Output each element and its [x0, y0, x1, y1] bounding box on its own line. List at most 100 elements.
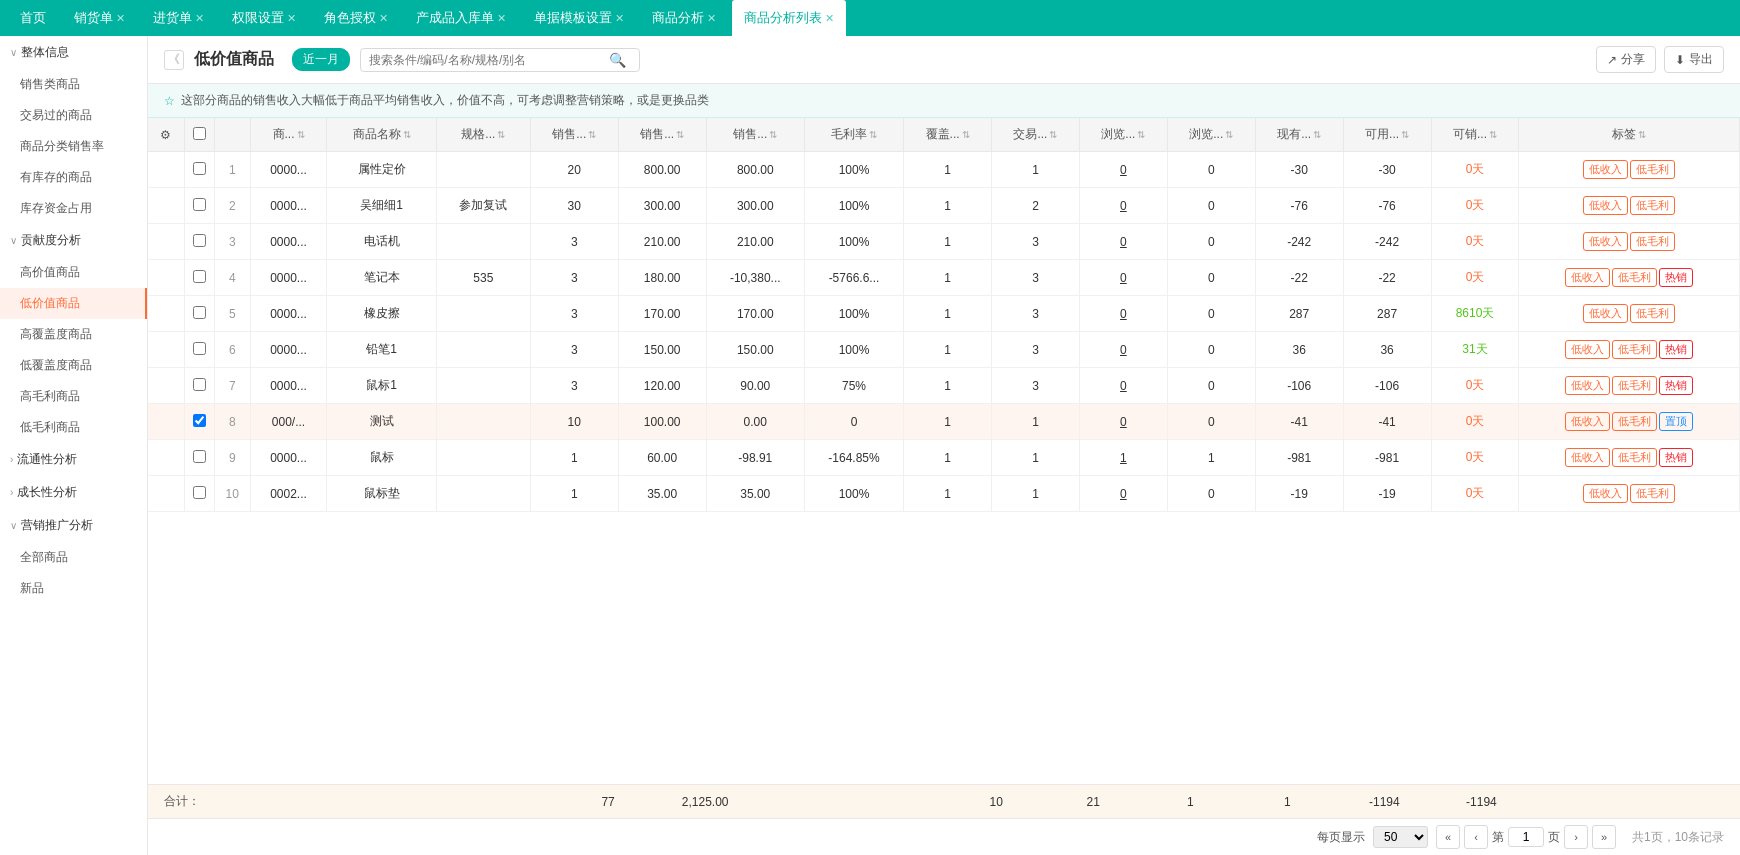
row-checkbox[interactable] — [193, 414, 206, 427]
browse1-link[interactable]: 0 — [1120, 199, 1127, 213]
row-checkbox[interactable] — [193, 342, 206, 355]
nav-close-purchase[interactable]: ✕ — [195, 12, 204, 25]
col-trade[interactable]: 交易...⇅ — [992, 118, 1080, 152]
nav-item-sales[interactable]: 销货单 ✕ — [62, 0, 137, 36]
sidebar-item-high-coverage[interactable]: 高覆盖度商品 — [0, 319, 147, 350]
cell-checkbox[interactable] — [184, 404, 214, 440]
cell-browse1[interactable]: 0 — [1079, 332, 1167, 368]
cell-browse1[interactable]: 0 — [1079, 260, 1167, 296]
sidebar-item-new-goods[interactable]: 新品 — [0, 573, 147, 604]
cell-checkbox[interactable] — [184, 152, 214, 188]
browse1-link[interactable]: 0 — [1120, 163, 1127, 177]
sidebar-item-stocked-goods[interactable]: 有库存的商品 — [0, 162, 147, 193]
sidebar-section-marketing-title[interactable]: ∨ 营销推广分析 — [0, 509, 147, 542]
page-number-input[interactable] — [1508, 827, 1544, 847]
row-checkbox[interactable] — [193, 162, 206, 175]
sidebar-item-low-margin[interactable]: 低毛利商品 — [0, 412, 147, 443]
nav-close-role[interactable]: ✕ — [379, 12, 388, 25]
nav-close-analysis[interactable]: ✕ — [707, 12, 716, 25]
nav-item-analysis[interactable]: 商品分析 ✕ — [640, 0, 728, 36]
nav-close-sales[interactable]: ✕ — [116, 12, 125, 25]
cell-checkbox[interactable] — [184, 224, 214, 260]
first-page-button[interactable]: « — [1436, 825, 1460, 849]
browse1-link[interactable]: 0 — [1120, 415, 1127, 429]
last-page-button[interactable]: » — [1592, 825, 1616, 849]
nav-close-template[interactable]: ✕ — [615, 12, 624, 25]
row-checkbox[interactable] — [193, 306, 206, 319]
sidebar-section-overall-title[interactable]: ∨ 整体信息 — [0, 36, 147, 69]
sidebar-item-stock-capital[interactable]: 库存资金占用 — [0, 193, 147, 224]
browse1-link[interactable]: 0 — [1120, 343, 1127, 357]
browse1-link[interactable]: 0 — [1120, 487, 1127, 501]
nav-item-purchase[interactable]: 进货单 ✕ — [141, 0, 216, 36]
col-sales-amt[interactable]: 销售...⇅ — [618, 118, 706, 152]
sidebar-collapse-button[interactable]: 《 — [164, 50, 184, 70]
select-all-checkbox[interactable] — [193, 127, 206, 140]
sidebar-section-contribution-title[interactable]: ∨ 贡献度分析 — [0, 224, 147, 257]
sidebar-item-traded-goods[interactable]: 交易过的商品 — [0, 100, 147, 131]
col-name[interactable]: 商品名称⇅ — [327, 118, 436, 152]
cell-checkbox[interactable] — [184, 188, 214, 224]
cell-browse1[interactable]: 0 — [1079, 152, 1167, 188]
sidebar-item-high-value[interactable]: 高价值商品 — [0, 257, 147, 288]
cell-checkbox[interactable] — [184, 440, 214, 476]
cell-browse1[interactable]: 0 — [1079, 476, 1167, 512]
sidebar-item-low-coverage[interactable]: 低覆盖度商品 — [0, 350, 147, 381]
cell-checkbox[interactable] — [184, 296, 214, 332]
sidebar-section-growth-title[interactable]: › 成长性分析 — [0, 476, 147, 509]
col-checkbox-all[interactable] — [184, 118, 214, 152]
nav-close-product[interactable]: ✕ — [497, 12, 506, 25]
export-button[interactable]: ⬇ 导出 — [1664, 46, 1724, 73]
search-icon[interactable]: 🔍 — [609, 52, 626, 68]
cell-browse1[interactable]: 0 — [1079, 224, 1167, 260]
row-checkbox[interactable] — [193, 450, 206, 463]
nav-close-analysis-list[interactable]: ✕ — [825, 12, 834, 25]
cell-browse1[interactable]: 0 — [1079, 404, 1167, 440]
row-checkbox[interactable] — [193, 486, 206, 499]
cell-browse1[interactable]: 0 — [1079, 368, 1167, 404]
sidebar-item-sales-goods[interactable]: 销售类商品 — [0, 69, 147, 100]
nav-item-template[interactable]: 单据模板设置 ✕ — [522, 0, 636, 36]
cell-checkbox[interactable] — [184, 476, 214, 512]
cell-browse1[interactable]: 1 — [1079, 440, 1167, 476]
sidebar-section-circulation-title[interactable]: › 流通性分析 — [0, 443, 147, 476]
time-filter-button[interactable]: 近一月 — [292, 48, 350, 71]
nav-item-product[interactable]: 产成品入库单 ✕ — [404, 0, 518, 36]
cell-browse1[interactable]: 0 — [1079, 296, 1167, 332]
sidebar-item-low-value[interactable]: 低价值商品 — [0, 288, 147, 319]
cell-checkbox[interactable] — [184, 368, 214, 404]
next-page-button[interactable]: › — [1564, 825, 1588, 849]
browse1-link[interactable]: 0 — [1120, 235, 1127, 249]
sidebar-item-high-margin[interactable]: 高毛利商品 — [0, 381, 147, 412]
nav-close-permission[interactable]: ✕ — [287, 12, 296, 25]
cell-checkbox[interactable] — [184, 260, 214, 296]
browse1-link[interactable]: 0 — [1120, 379, 1127, 393]
col-available[interactable]: 可用...⇅ — [1343, 118, 1431, 152]
row-checkbox[interactable] — [193, 270, 206, 283]
col-current-stock[interactable]: 现有...⇅ — [1255, 118, 1343, 152]
browse1-link[interactable]: 0 — [1120, 271, 1127, 285]
nav-item-analysis-list[interactable]: 商品分析列表 ✕ — [732, 0, 846, 36]
nav-item-home[interactable]: 首页 — [8, 0, 58, 36]
row-checkbox[interactable] — [193, 198, 206, 211]
col-spec[interactable]: 规格...⇅ — [436, 118, 530, 152]
nav-item-role[interactable]: 角色授权 ✕ — [312, 0, 400, 36]
col-browse2[interactable]: 浏览...⇅ — [1167, 118, 1255, 152]
share-button[interactable]: ↗ 分享 — [1596, 46, 1656, 73]
nav-item-permission[interactable]: 权限设置 ✕ — [220, 0, 308, 36]
row-checkbox[interactable] — [193, 378, 206, 391]
col-browse1[interactable]: 浏览...⇅ — [1079, 118, 1167, 152]
cell-checkbox[interactable] — [184, 332, 214, 368]
sidebar-item-category-rate[interactable]: 商品分类销售率 — [0, 131, 147, 162]
prev-page-button[interactable]: ‹ — [1464, 825, 1488, 849]
cell-browse1[interactable]: 0 — [1079, 188, 1167, 224]
col-coverage[interactable]: 覆盖...⇅ — [904, 118, 992, 152]
col-sellable[interactable]: 可销...⇅ — [1431, 118, 1519, 152]
row-checkbox[interactable] — [193, 234, 206, 247]
browse1-link[interactable]: 0 — [1120, 307, 1127, 321]
browse1-link[interactable]: 1 — [1120, 451, 1127, 465]
col-sales-qty[interactable]: 销售...⇅ — [530, 118, 618, 152]
page-size-select[interactable]: 50 100 200 — [1373, 826, 1428, 848]
col-sales-profit[interactable]: 销售...⇅ — [706, 118, 804, 152]
sidebar-item-all-goods[interactable]: 全部商品 — [0, 542, 147, 573]
